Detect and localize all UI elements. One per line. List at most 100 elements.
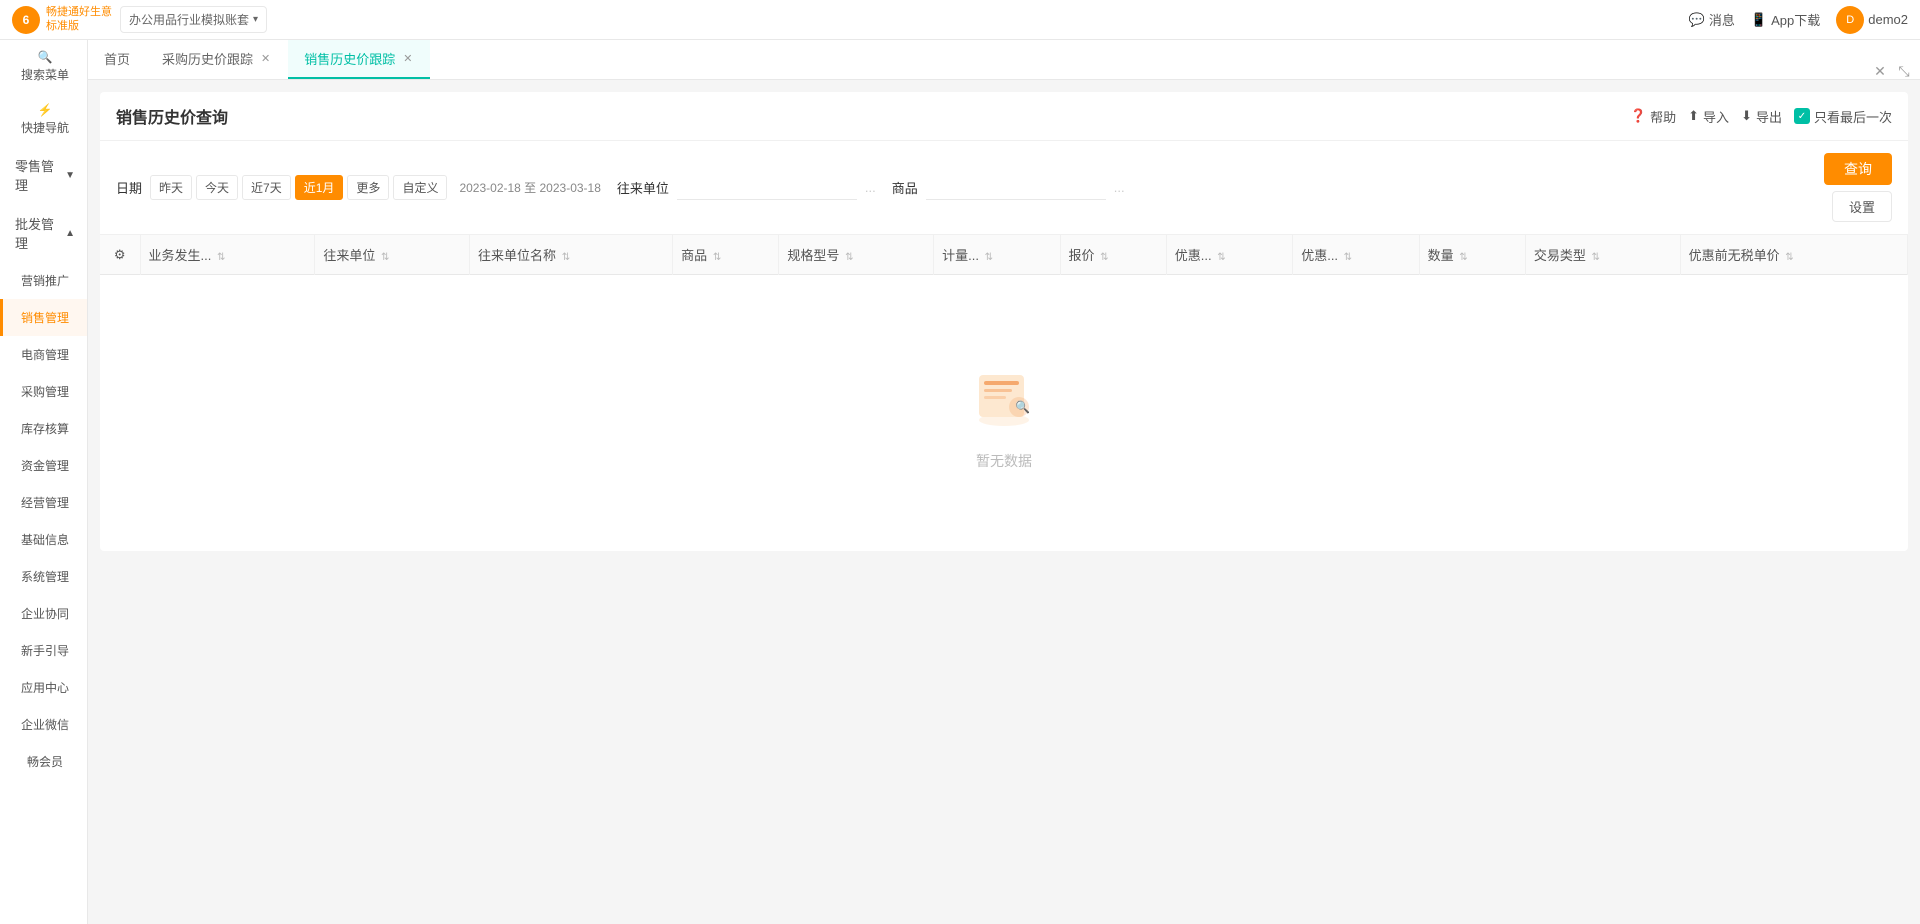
retail-label: 零售管理 <box>15 156 63 194</box>
empty-icon: 🔍 <box>964 355 1044 435</box>
sidebar-search-label: 搜索菜单 <box>21 66 69 83</box>
avatar-initials: D <box>1846 14 1854 26</box>
sidebar-item-inventory[interactable]: 库存核算 <box>0 410 87 447</box>
date-btn-today[interactable]: 今天 <box>196 175 238 200</box>
partner-filter-group: 往来单位 ... <box>617 176 876 200</box>
sidebar-item-sales[interactable]: 销售管理 <box>0 299 87 336</box>
col-partner-code-label: 往来单位 <box>323 248 375 263</box>
sidebar-item-basic[interactable]: 基础信息 <box>0 521 87 558</box>
sidebar-item-shortcut[interactable]: ⚡ 快捷导航 <box>0 93 87 146</box>
company-selector[interactable]: 办公用品行业模拟账套 ▾ <box>120 6 267 33</box>
guide-label: 新手引导 <box>21 642 69 659</box>
sidebar-item-member[interactable]: 畅会员 <box>0 743 87 780</box>
date-btn-1month[interactable]: 近1月 <box>295 175 344 200</box>
page-title: 销售历史价查询 <box>116 104 228 128</box>
date-btn-yesterday[interactable]: 昨天 <box>150 175 192 200</box>
only-last-checkbox[interactable]: ✓ 只看最后一次 <box>1794 107 1892 126</box>
tab-purchase-close[interactable]: ✕ <box>259 50 272 67</box>
sort-icon-trade[interactable]: ⇅ <box>1592 252 1600 263</box>
sort-icon-pretax[interactable]: ⇅ <box>1785 252 1793 263</box>
col-quantity-label: 数量 <box>1428 248 1454 263</box>
sidebar-item-cooperation[interactable]: 企业协同 <box>0 595 87 632</box>
tab-home[interactable]: 首页 <box>88 40 146 79</box>
query-button[interactable]: 查询 <box>1824 153 1892 185</box>
message-action[interactable]: 💬 消息 <box>1689 10 1735 29</box>
sort-icon-discount1[interactable]: ⇅ <box>1217 252 1225 263</box>
help-btn[interactable]: ❓ 帮助 <box>1630 107 1676 126</box>
title-actions: ❓ 帮助 ⬆ 导入 ⬇ 导出 ✓ 只看最后一次 <box>1630 107 1892 126</box>
maximize-window-btn[interactable]: ⤡ <box>1896 63 1912 79</box>
sidebar-item-appstore[interactable]: 应用中心 <box>0 669 87 706</box>
tab-purchase-history[interactable]: 采购历史价跟踪 ✕ <box>146 40 288 79</box>
sort-icon-partner-name[interactable]: ⇅ <box>562 252 570 263</box>
settings-button[interactable]: 设置 <box>1832 191 1892 222</box>
sidebar-item-finance[interactable]: 资金管理 <box>0 447 87 484</box>
chevron-down-icon: ▼ <box>65 170 75 181</box>
date-btn-more[interactable]: 更多 <box>347 175 389 200</box>
sidebar-item-wholesale[interactable]: 批发管理 ▲ <box>0 204 87 262</box>
tab-sales-label: 销售历史价跟踪 <box>304 49 395 68</box>
sort-icon-biz[interactable]: ⇅ <box>217 252 225 263</box>
sidebar-item-purchase[interactable]: 采购管理 <box>0 373 87 410</box>
import-icon: ⬆ <box>1688 108 1699 124</box>
date-btn-7days[interactable]: 近7天 <box>242 175 291 200</box>
header-left: 6 畅捷通好生意 标准版 办公用品行业模拟账套 ▾ <box>12 6 267 34</box>
sort-icon-discount2[interactable]: ⇅ <box>1344 252 1352 263</box>
logo-number: 6 <box>23 13 30 27</box>
finance-label: 资金管理 <box>21 457 69 474</box>
col-discount1: 优惠... ⇅ <box>1166 235 1292 275</box>
appstore-label: 应用中心 <box>21 679 69 696</box>
sidebar-item-retail[interactable]: 零售管理 ▼ <box>0 146 87 204</box>
message-icon: 💬 <box>1689 12 1705 28</box>
sidebar-item-guide[interactable]: 新手引导 <box>0 632 87 669</box>
col-pretax-label: 优惠前无税单价 <box>1689 248 1780 263</box>
product-filter-group: 商品 ... <box>892 176 1125 200</box>
sidebar-item-wechat[interactable]: 企业微信 <box>0 706 87 743</box>
table-container: ⚙ 业务发生... ⇅ 往来单位 ⇅ <box>100 235 1908 551</box>
cooperation-label: 企业协同 <box>21 605 69 622</box>
sort-icon-product[interactable]: ⇅ <box>713 252 721 263</box>
filter-right: 查询 设置 <box>1824 153 1892 222</box>
marketing-label: 营销推广 <box>21 272 69 289</box>
checkbox-icon: ✓ <box>1794 108 1810 124</box>
tab-sales-close[interactable]: ✕ <box>401 50 414 67</box>
close-window-btn[interactable]: ✕ <box>1872 63 1888 79</box>
only-last-label: 只看最后一次 <box>1814 107 1892 126</box>
date-buttons: 昨天 今天 近7天 近1月 更多 自定义 <box>150 175 447 200</box>
import-label: 导入 <box>1703 107 1729 126</box>
sidebar-item-search[interactable]: 🔍 搜索菜单 <box>0 40 87 93</box>
date-btn-custom[interactable]: 自定义 <box>393 175 447 200</box>
chevron-up-icon: ▲ <box>65 228 75 239</box>
sort-icon-unit[interactable]: ⇅ <box>985 252 993 263</box>
col-trade-type: 交易类型 ⇅ <box>1525 235 1680 275</box>
export-btn[interactable]: ⬇ 导出 <box>1741 107 1782 126</box>
main-layout: 🔍 搜索菜单 ⚡ 快捷导航 零售管理 ▼ 批发管理 ▲ 营销推广 销售管理 电商… <box>0 40 1920 924</box>
col-discount2: 优惠... ⇅ <box>1293 235 1419 275</box>
user-action[interactable]: D demo2 <box>1836 6 1908 34</box>
sidebar-item-ecommerce[interactable]: 电商管理 <box>0 336 87 373</box>
product-input[interactable] <box>926 176 1106 200</box>
sort-icon-partner[interactable]: ⇅ <box>381 252 389 263</box>
top-header: 6 畅捷通好生意 标准版 办公用品行业模拟账套 ▾ 💬 消息 📱 App下载 D… <box>0 0 1920 40</box>
sort-icon-quantity[interactable]: ⇅ <box>1459 252 1467 263</box>
sidebar-item-system[interactable]: 系统管理 <box>0 558 87 595</box>
sidebar-item-marketing[interactable]: 营销推广 <box>0 262 87 299</box>
help-label: 帮助 <box>1650 107 1676 126</box>
col-quote: 报价 ⇅ <box>1060 235 1166 275</box>
sort-icon-quote[interactable]: ⇅ <box>1100 252 1108 263</box>
col-pretax-price: 优惠前无税单价 ⇅ <box>1680 235 1907 275</box>
app-download-action[interactable]: 📱 App下载 <box>1751 10 1820 29</box>
col-product-label: 商品 <box>681 248 707 263</box>
import-btn[interactable]: ⬆ 导入 <box>1688 107 1729 126</box>
company-name: 办公用品行业模拟账套 <box>129 11 249 28</box>
username-label: demo2 <box>1868 12 1908 27</box>
col-unit-label: 计量... <box>942 248 979 263</box>
partner-input[interactable] <box>677 176 857 200</box>
tab-sales-history[interactable]: 销售历史价跟踪 ✕ <box>288 40 430 79</box>
sidebar-item-operation[interactable]: 经营管理 <box>0 484 87 521</box>
tab-actions: ✕ ⤡ <box>1872 63 1920 79</box>
sort-icon-spec[interactable]: ⇅ <box>845 252 853 263</box>
empty-state: 🔍 暂无数据 <box>100 275 1908 551</box>
col-discount2-label: 优惠... <box>1301 248 1338 263</box>
gear-icon[interactable]: ⚙ <box>114 247 126 262</box>
